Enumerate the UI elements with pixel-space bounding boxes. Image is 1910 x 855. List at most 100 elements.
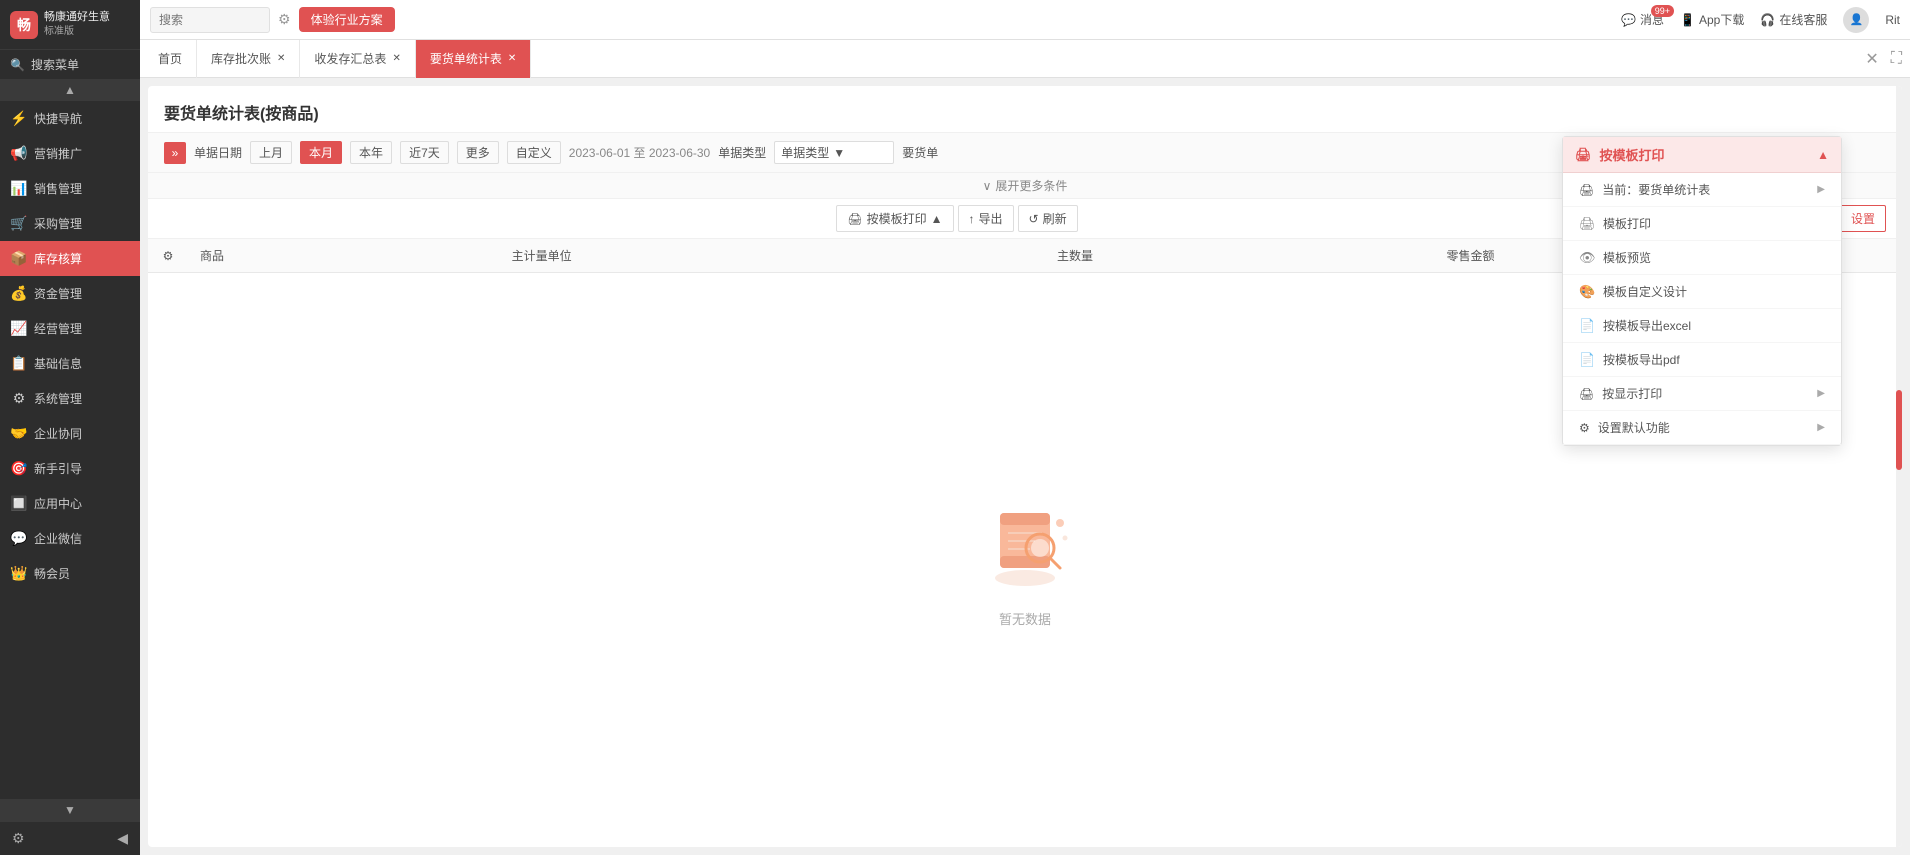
filter-custom[interactable]: 自定义 [507,141,561,164]
appstore-icon: 🔲 [10,495,28,512]
quick-nav-icon: ⚡ [10,110,28,127]
operation-icon: 📈 [10,320,28,337]
filter-last-7days[interactable]: 近7天 [400,141,449,164]
dropdown-export-excel[interactable]: 📄 按模板导出excel [1563,309,1841,343]
date-label: 单据日期 [194,144,242,161]
sidebar-item-member[interactable]: 👑 畅会员 [0,556,140,591]
topbar-right: 💬 消息 99+ 📱 App下载 🎧 在线客服 👤 Rit [1621,7,1900,33]
sidebar-item-appstore[interactable]: 🔲 应用中心 [0,486,140,521]
col-goods: 商品 [188,239,500,273]
template-design-icon: 🎨 [1579,284,1595,300]
sidebar-item-system[interactable]: ⚙ 系统管理 [0,381,140,416]
page-title: 要货单统计表(按商品) [148,86,1902,133]
main-scrollbar[interactable] [1896,86,1902,847]
app-icon: 📱 [1680,13,1695,27]
dropdown-display-print[interactable]: 🖨 按显示打印 ▶ [1563,377,1841,411]
dropdown-template-preview[interactable]: 👁 模板预览 [1563,241,1841,275]
print-dropdown: 🖨 按模板打印 ▲ 🖨 当前：要货单统计表 ▶ 🖨 模板打印 👁 模板预览 [1562,136,1842,446]
col-unit: 主计量单位 [500,239,1045,273]
sidebar-item-marketing[interactable]: 📢 营销推广 [0,136,140,171]
dropdown-template-design[interactable]: 🎨 模板自定义设计 [1563,275,1841,309]
tab-batch-account[interactable]: 库存批次账 ✕ [197,40,300,78]
filter-prev-month[interactable]: 上月 [250,141,292,164]
member-icon: 👑 [10,565,28,582]
purchase-icon: 🛒 [10,215,28,232]
tab-home[interactable]: 首页 [144,40,197,78]
col-settings[interactable]: ⚙ [148,239,188,273]
topbar-username[interactable]: Rit [1885,13,1900,27]
app-logo-text: 畅康通好生意 标准版 [44,10,110,39]
template-print-icon: 🖨 [1579,216,1595,232]
tab-order-stats-close[interactable]: ✕ [508,53,516,64]
sidebar-item-quick-nav[interactable]: ⚡ 快捷导航 [0,101,140,136]
user-avatar[interactable]: 👤 [1843,7,1869,33]
sidebar-item-enterprise[interactable]: 🤝 企业协同 [0,416,140,451]
template-preview-icon: 👁 [1579,250,1595,266]
settings-button[interactable]: 设置 [1840,205,1886,232]
message-badge: 99+ [1651,5,1674,17]
wechat-icon: 💬 [10,530,28,547]
filter-expand-button[interactable]: » [164,142,186,164]
sidebar-item-inventory[interactable]: 📦 库存核算 [0,241,140,276]
sidebar-toggle-icon[interactable]: ◀ [117,830,128,847]
tabs-close-all[interactable]: ✕ [1857,49,1886,69]
search-icon: 🔍 [10,58,25,72]
export-button[interactable]: ↑ 导出 [958,205,1014,232]
topbar-app-download[interactable]: 📱 App下载 [1680,11,1744,28]
sidebar-item-sales[interactable]: 📊 销售管理 [0,171,140,206]
empty-illustration [975,493,1075,593]
dropdown-set-default[interactable]: ⚙ 设置默认功能 ▶ [1563,411,1841,445]
main-area: ⚙ 体验行业方案 💬 消息 99+ 📱 App下载 🎧 在线客服 👤 Rit [140,0,1910,855]
sidebar-scroll-down[interactable]: ▼ [0,799,140,821]
tab-collect-summary[interactable]: 收发存汇总表 ✕ [300,40,415,78]
sidebar-scroll-up[interactable]: ▲ [0,79,140,101]
chevron-down-icon: ∨ [983,179,992,193]
topbar-gear-icon[interactable]: ⚙ [278,11,291,28]
set-default-icon: ⚙ [1579,421,1590,435]
order-type-label: 单据类型 [718,144,766,161]
sidebar-item-finance[interactable]: 💰 资金管理 [0,276,140,311]
sidebar-footer: ⚙ ◀ [0,821,140,855]
newbie-icon: 🎯 [10,460,28,477]
message-icon: 💬 [1621,13,1636,27]
topbar-search-input[interactable] [150,7,270,33]
refresh-icon: ↺ [1029,212,1039,226]
export-icon: ↑ [969,212,975,226]
filter-more[interactable]: 更多 [457,141,499,164]
enterprise-icon: 🤝 [10,425,28,442]
tab-order-stats[interactable]: 要货单统计表 ✕ [416,40,531,78]
goods-tag-label: 要货单 [902,144,938,161]
display-print-chevron: ▶ [1817,388,1825,399]
current-chevron-icon: ▶ [1817,184,1825,195]
sidebar-item-operation[interactable]: 📈 经营管理 [0,311,140,346]
trial-button[interactable]: 体验行业方案 [299,7,395,32]
col-quantity: 主数量 [1045,239,1435,273]
topbar-message[interactable]: 💬 消息 99+ [1621,11,1664,28]
sidebar-item-newbie[interactable]: 🎯 新手引导 [0,451,140,486]
sidebar-item-basic[interactable]: 📋 基础信息 [0,346,140,381]
export-pdf-icon: 📄 [1579,352,1595,368]
sidebar-nav: ⚡ 快捷导航 📢 营销推广 📊 销售管理 🛒 采购管理 📦 库存核算 💰 资金管… [0,101,140,799]
sidebar-search[interactable]: 🔍 搜索菜单 [0,50,140,79]
tab-collect-summary-close[interactable]: ✕ [392,53,400,64]
export-excel-icon: 📄 [1579,318,1595,334]
print-template-button[interactable]: 🖨 按模板打印 ▲ [836,205,953,232]
tab-batch-account-close[interactable]: ✕ [277,53,285,64]
print-header-icon: 🖨 [1575,147,1592,163]
tabs-expand[interactable]: ⛶ [1887,50,1906,68]
dropdown-template-print[interactable]: 🖨 模板打印 [1563,207,1841,241]
date-range-display: 2023-06-01 至 2023-06-30 [569,144,710,161]
refresh-button[interactable]: ↺ 刷新 [1018,205,1078,232]
current-template-icon: 🖨 [1579,183,1594,197]
filter-current-month[interactable]: 本月 [300,141,342,164]
sidebar-item-purchase[interactable]: 🛒 采购管理 [0,206,140,241]
filter-current-year[interactable]: 本年 [350,141,392,164]
dropdown-current-item[interactable]: 🖨 当前：要货单统计表 ▶ [1563,173,1841,207]
topbar-service[interactable]: 🎧 在线客服 [1760,11,1827,28]
order-type-select[interactable]: 单据类型 ▼ [774,141,894,164]
dropdown-export-pdf[interactable]: 📄 按模板导出pdf [1563,343,1841,377]
print-dropdown-header[interactable]: 🖨 按模板打印 ▲ [1563,137,1841,173]
sidebar-item-wechat[interactable]: 💬 企业微信 [0,521,140,556]
sidebar-settings-icon[interactable]: ⚙ [12,830,25,847]
sidebar: 畅 畅康通好生意 标准版 🔍 搜索菜单 ▲ ⚡ 快捷导航 📢 营销推广 📊 销售… [0,0,140,855]
